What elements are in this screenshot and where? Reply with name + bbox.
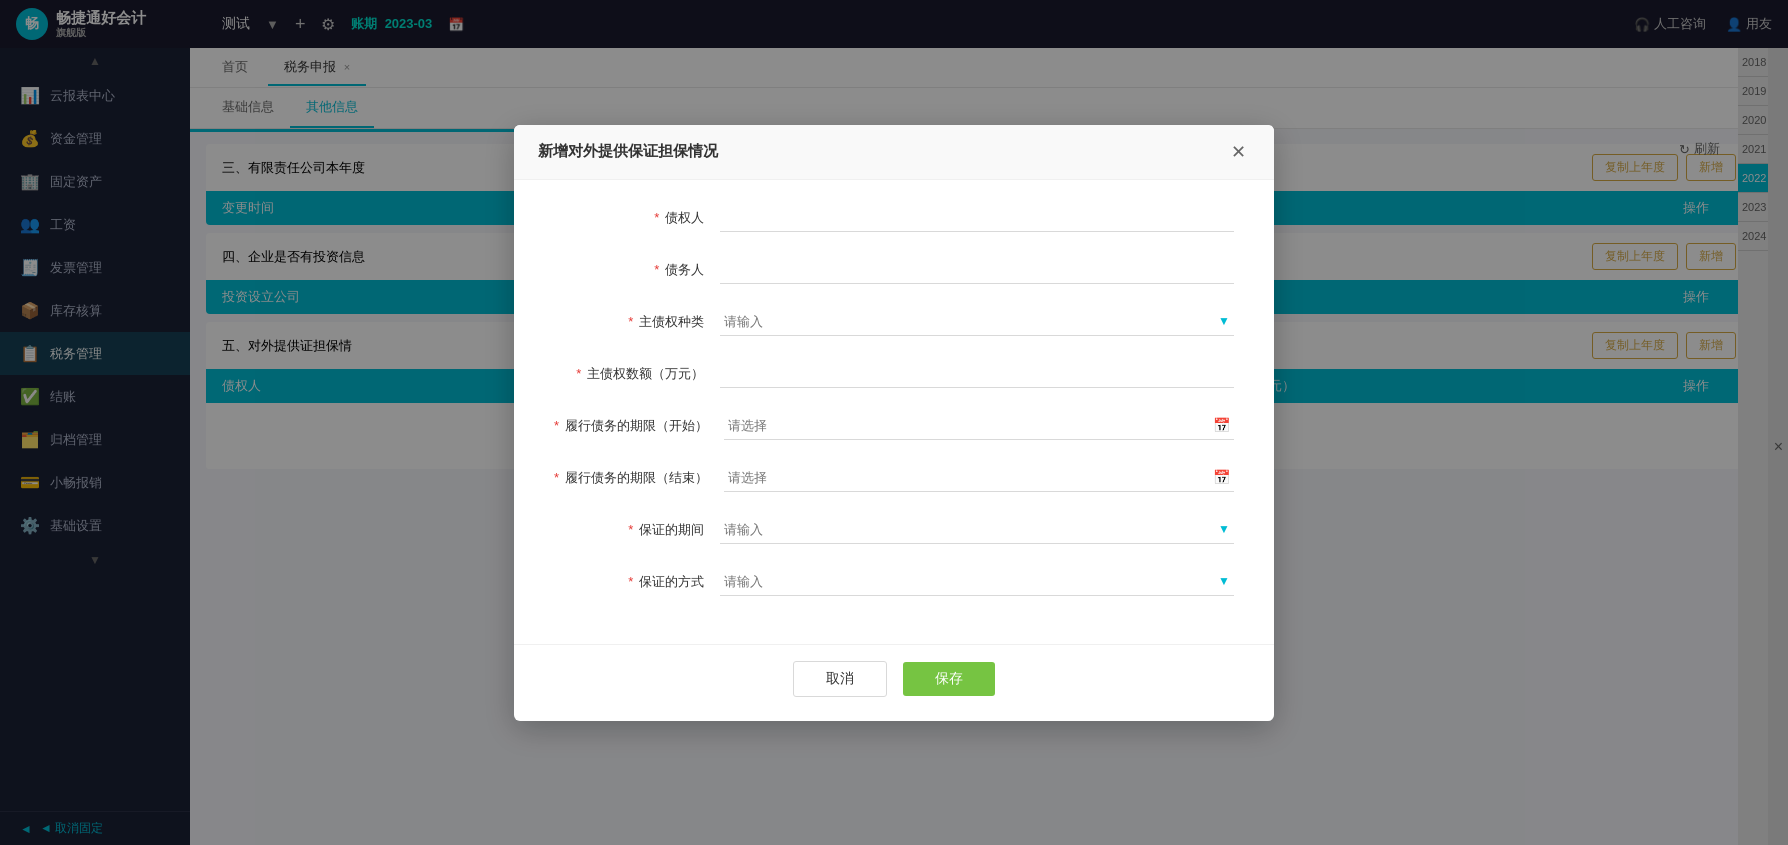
- label-debtor: * 债务人: [554, 261, 704, 279]
- dropdown-arrow-guarantee-method[interactable]: ▼: [1218, 574, 1234, 588]
- form-row-period-start: * 履行债务的期限（开始） 📅: [554, 412, 1234, 440]
- input-period-end[interactable]: [724, 464, 1213, 491]
- form-row-period-end: * 履行债务的期限（结束） 📅: [554, 464, 1234, 492]
- select-wrapper-guarantee-method: ▼: [720, 568, 1234, 596]
- input-guarantee-period[interactable]: [720, 516, 1218, 543]
- save-button[interactable]: 保存: [903, 662, 995, 696]
- modal-footer: 取消 保存: [514, 644, 1274, 721]
- required-star: *: [628, 574, 633, 589]
- label-guarantee-period: * 保证的期间: [554, 521, 704, 539]
- form-row-claim-amount: * 主债权数额（万元）: [554, 360, 1234, 388]
- modal: 新增对外提供保证担保情况 ✕ * 债权人 * 债务人: [514, 125, 1274, 721]
- label-claim-amount: * 主债权数额（万元）: [554, 365, 704, 383]
- date-wrapper-period-end: 📅: [724, 464, 1234, 492]
- input-debtor[interactable]: [720, 256, 1234, 284]
- label-guarantee-method: * 保证的方式: [554, 573, 704, 591]
- input-claim-amount[interactable]: [720, 360, 1234, 388]
- select-wrapper-claim-type: ▼: [720, 308, 1234, 336]
- form-row-guarantee-period: * 保证的期间 ▼: [554, 516, 1234, 544]
- cancel-button[interactable]: 取消: [793, 661, 887, 697]
- input-creditor[interactable]: [720, 204, 1234, 232]
- modal-overlay: 新增对外提供保证担保情况 ✕ * 债权人 * 债务人: [0, 0, 1788, 845]
- label-claim-type: * 主债权种类: [554, 313, 704, 331]
- calendar-icon-start[interactable]: 📅: [1213, 417, 1234, 433]
- form-row-creditor: * 债权人: [554, 204, 1234, 232]
- label-creditor: * 债权人: [554, 209, 704, 227]
- modal-title: 新增对外提供保证担保情况: [538, 142, 718, 161]
- dropdown-arrow-guarantee-period[interactable]: ▼: [1218, 522, 1234, 536]
- required-star: *: [628, 522, 633, 537]
- input-guarantee-method[interactable]: [720, 568, 1218, 595]
- required-star: *: [554, 418, 559, 433]
- required-star: *: [628, 314, 633, 329]
- input-period-start[interactable]: [724, 412, 1213, 439]
- calendar-icon-end[interactable]: 📅: [1213, 469, 1234, 485]
- label-period-end: * 履行债务的期限（结束）: [554, 469, 708, 487]
- required-star: *: [554, 470, 559, 485]
- required-star: *: [654, 262, 659, 277]
- input-claim-type[interactable]: [720, 308, 1218, 335]
- modal-header: 新增对外提供保证担保情况 ✕: [514, 125, 1274, 180]
- required-star: *: [576, 366, 581, 381]
- select-wrapper-guarantee-period: ▼: [720, 516, 1234, 544]
- required-star: *: [654, 210, 659, 225]
- form-row-guarantee-method: * 保证的方式 ▼: [554, 568, 1234, 596]
- form-row-debtor: * 债务人: [554, 256, 1234, 284]
- modal-body: * 债权人 * 债务人 * 主债权种类: [514, 180, 1274, 644]
- dropdown-arrow-claim-type[interactable]: ▼: [1218, 314, 1234, 328]
- modal-close-button[interactable]: ✕: [1227, 141, 1250, 163]
- label-period-start: * 履行债务的期限（开始）: [554, 417, 708, 435]
- form-row-claim-type: * 主债权种类 ▼: [554, 308, 1234, 336]
- date-wrapper-period-start: 📅: [724, 412, 1234, 440]
